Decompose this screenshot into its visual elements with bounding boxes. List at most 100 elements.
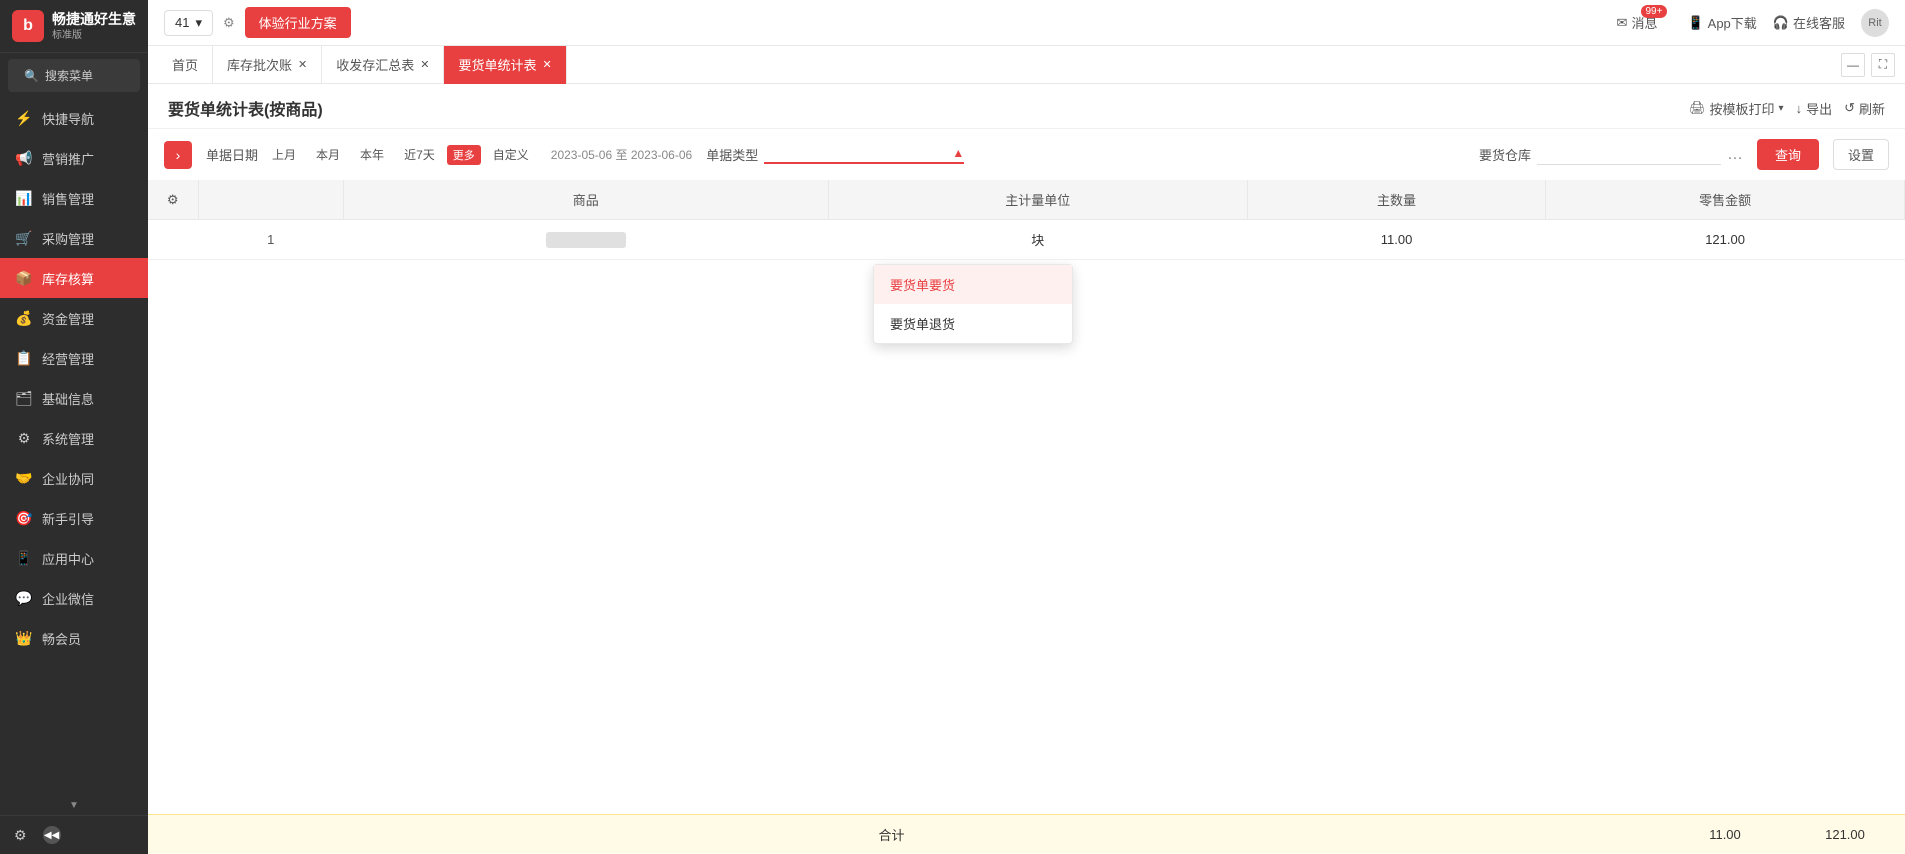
sidebar-item-label: 畅会员 [42,629,81,648]
tabs-minimize-btn[interactable]: — [1841,53,1865,77]
marketing-icon: 📢 [14,148,34,168]
footer-amount: 121.00 [1785,827,1905,842]
online-service-btn[interactable]: 🎧 在线客服 [1773,13,1845,32]
chevron-down-icon: ▾ [195,15,202,31]
sidebar-item-label: 营销推广 [42,149,94,168]
tab-close-icon[interactable]: ✕ [298,58,307,71]
tabs-controls: — ⛶ [1841,53,1895,77]
th-quantity: 主数量 [1247,180,1545,220]
tab-home[interactable]: 首页 [158,46,213,84]
sidebar-item-label: 资金管理 [42,309,94,328]
sidebar-item-label: 应用中心 [42,549,94,568]
more-dates-btn[interactable]: 更多 [447,145,481,165]
export-btn[interactable]: ↓ 导出 [1796,99,1833,118]
avatar-text: Rit [1868,17,1881,29]
tab-summary[interactable]: 收发存汇总表 ✕ [322,46,444,84]
sidebar-item-marketing[interactable]: 📢 营销推广 [0,138,148,178]
user-avatar[interactable]: Rit [1861,9,1889,37]
tab-inventory-batch[interactable]: 库存批次账 ✕ [213,46,322,84]
type-filter-label: 单据类型 [706,145,758,164]
refresh-label: 刷新 [1859,99,1885,118]
td-seq: 1 [198,220,344,260]
th-amount: 零售金额 [1546,180,1905,220]
sidebar-scroll-down[interactable]: ▼ [0,796,148,815]
tab-label: 收发存汇总表 [336,55,414,74]
refresh-icon: ↺ [1844,100,1855,116]
sidebar-item-vip[interactable]: 👑 畅会员 [0,618,148,658]
this-month-btn[interactable]: 本月 [308,143,348,166]
wechat-biz-icon: 💬 [14,588,34,608]
filter-settings-btn[interactable]: 设置 [1833,139,1889,170]
warehouse-input[interactable] [1537,145,1721,165]
filter-expand-btn[interactable]: › [164,141,192,169]
th-unit: 主计量单位 [828,180,1247,220]
settings-icon[interactable]: ⚙ [223,15,235,31]
sidebar-item-quick-nav[interactable]: ⚡ 快捷导航 [0,98,148,138]
sidebar-item-sales[interactable]: 📊 销售管理 [0,178,148,218]
settings-bottom-icon[interactable]: ⚙ [14,827,27,844]
type-select-input[interactable] [764,145,948,160]
tab-order-stats[interactable]: 要货单统计表 ✕ [444,46,566,84]
last-month-btn[interactable]: 上月 [264,143,304,166]
th-settings[interactable]: ⚙ [148,180,198,220]
finance-icon: 💰 [14,308,34,328]
tab-label: 库存批次账 [227,55,292,74]
td-unit: 块 [828,220,1247,260]
sidebar-item-wechat-biz[interactable]: 💬 企业微信 [0,578,148,618]
sidebar-item-app-center[interactable]: 📱 应用中心 [0,538,148,578]
industry-solution-btn[interactable]: 体验行业方案 [245,7,351,38]
sidebar-item-enterprise[interactable]: 🤝 企业协同 [0,458,148,498]
messages-badge: 99+ [1641,5,1668,18]
service-icon: 🎧 [1773,15,1789,31]
sidebar: b 畅捷通好生意 标准版 🔍 搜索菜单 ⚡ 快捷导航 📢 营销推广 📊 销售管理… [0,0,148,854]
table-row: 1 块 11.00 121.00 [148,220,1905,260]
table-header-row: ⚙ 商品 主计量单位 主数量 零售金额 [148,180,1905,220]
store-number: 41 [175,15,189,30]
tab-close-icon[interactable]: ✕ [420,58,429,71]
search-menu[interactable]: 🔍 搜索菜单 [8,59,140,92]
sidebar-item-label: 库存核算 [42,269,94,288]
sidebar-item-label: 系统管理 [42,429,94,448]
this-year-btn[interactable]: 本年 [352,143,392,166]
vip-icon: 👑 [14,628,34,648]
messages-btn[interactable]: ✉ 消息 99+ [1617,13,1658,32]
sidebar-bottom: ⚙ ◀◀ [0,815,148,854]
app-center-icon: 📱 [14,548,34,568]
chevron-up-icon[interactable]: ▲ [952,146,964,160]
warehouse-filter-group: 要货仓库 … [1479,145,1743,165]
tab-close-icon[interactable]: ✕ [543,58,552,71]
sidebar-item-operations[interactable]: 📋 经营管理 [0,338,148,378]
guide-icon: 🎯 [14,508,34,528]
chevron-right-icon: › [176,147,181,163]
store-selector[interactable]: 41 ▾ [164,10,213,36]
query-btn[interactable]: 查询 [1757,139,1819,170]
refresh-btn[interactable]: ↺ 刷新 [1844,99,1885,118]
sidebar-item-inventory[interactable]: 📦 库存核算 [0,258,148,298]
sidebar-collapse-btn[interactable]: ◀◀ [43,826,61,844]
sidebar-item-system[interactable]: ⚙ 系统管理 [0,418,148,458]
app-download-btn[interactable]: 📱 App下载 [1687,13,1756,32]
sidebar-item-label: 企业微信 [42,589,94,608]
table-wrapper: ⚙ 商品 主计量单位 主数量 零售金额 1 [148,180,1905,260]
date-shortcuts: 上月 本月 本年 近7天 更多 自定义 [264,143,537,166]
warehouse-label: 要货仓库 [1479,145,1531,164]
custom-date-btn[interactable]: 自定义 [485,143,537,166]
sidebar-item-basic-info[interactable]: 🗂 基础信息 [0,378,148,418]
sidebar-item-purchase[interactable]: 🛒 采购管理 [0,218,148,258]
dropdown-option-0[interactable]: 要货单要货 [874,265,1072,304]
type-dropdown: 要货单要货 要货单退货 [873,264,1073,344]
more-options-icon[interactable]: … [1727,146,1743,164]
column-settings-icon[interactable]: ⚙ [167,192,179,207]
last-7-days-btn[interactable]: 近7天 [396,143,443,166]
message-icon: ✉ [1617,15,1628,31]
dropdown-option-1[interactable]: 要货单退货 [874,304,1072,343]
tabs-bar: 首页 库存批次账 ✕ 收发存汇总表 ✕ 要货单统计表 ✕ — ⛶ [148,46,1905,84]
sidebar-item-finance[interactable]: 💰 资金管理 [0,298,148,338]
tab-label: 要货单统计表 [458,55,536,74]
logo-text: 畅捷通好生意 标准版 [52,10,136,41]
topbar-right: ✉ 消息 99+ 📱 App下载 🎧 在线客服 Rit [1617,9,1889,37]
sidebar-item-guide[interactable]: 🎯 新手引导 [0,498,148,538]
print-btn[interactable]: 🖨 按模板打印 ▾ [1689,99,1784,118]
date-filter-group: 单据日期 上月 本月 本年 近7天 更多 自定义 [206,143,537,166]
tabs-expand-btn[interactable]: ⛶ [1871,53,1895,77]
